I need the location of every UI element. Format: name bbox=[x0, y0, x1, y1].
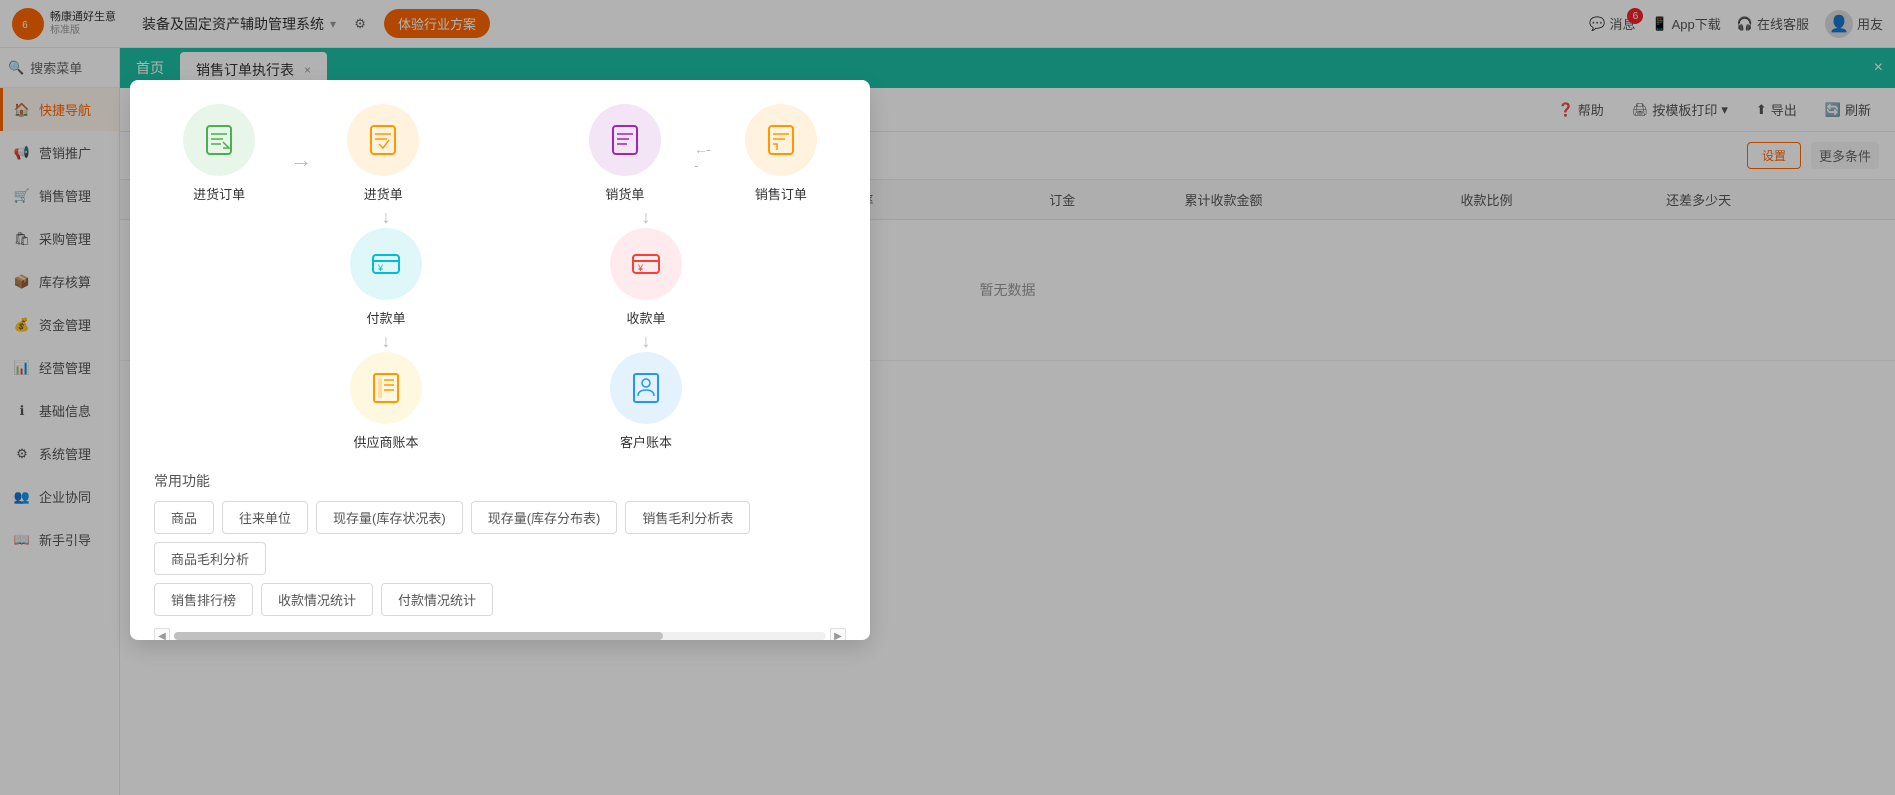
common-functions-section: 常用功能 商品 往来单位 现存量(库存状况表) 现存量(库存分布表) 销售毛利分… bbox=[154, 471, 846, 616]
scroll-right-btn[interactable]: ▶ bbox=[830, 628, 846, 640]
receipt-bill-icon: ¥ bbox=[610, 228, 682, 300]
spacer-purchase bbox=[154, 207, 294, 228]
common-btn-stock-dist[interactable]: 现存量(库存分布表) bbox=[471, 501, 618, 534]
sales-receipt-icon bbox=[589, 104, 661, 176]
common-btn-goods[interactable]: 商品 bbox=[154, 501, 214, 534]
svg-text:¥: ¥ bbox=[377, 263, 384, 273]
common-btn-receipt-stats[interactable]: 收款情况统计 bbox=[261, 583, 373, 616]
payment-icon: ¥ bbox=[350, 228, 422, 300]
flow-node-payment[interactable]: ¥ 付款单 bbox=[316, 228, 456, 327]
common-btn-sales-margin[interactable]: 销售毛利分析表 bbox=[625, 501, 750, 534]
spacer-mid bbox=[456, 207, 576, 228]
purchase-order-icon bbox=[183, 104, 255, 176]
dashed-arrow-left: ←- - bbox=[690, 141, 716, 173]
modal-overlay[interactable]: 进货订单 → 进货单 销货单 bbox=[0, 0, 1895, 795]
flow-node-receipt-bill[interactable]: ¥ 收款单 bbox=[576, 228, 716, 327]
horizontal-scrollbar: ◀ ▶ bbox=[154, 628, 846, 640]
common-btn-stock-status[interactable]: 现存量(库存状况表) bbox=[316, 501, 463, 534]
common-btn-goods-margin[interactable]: 商品毛利分析 bbox=[154, 542, 266, 575]
customer-ledger-icon bbox=[610, 352, 682, 424]
flow-node-purchase-order[interactable]: 进货订单 bbox=[154, 104, 284, 203]
quick-nav-modal: 进货订单 → 进货单 销货单 bbox=[130, 80, 870, 640]
flow-node-sales-order[interactable]: 销售订单 bbox=[716, 104, 846, 203]
common-functions-title: 常用功能 bbox=[154, 471, 846, 491]
common-btn-payment-stats[interactable]: 付款情况统计 bbox=[381, 583, 493, 616]
flow-node-sales-receipt[interactable]: 销货单 bbox=[560, 104, 690, 203]
purchase-receipt-icon bbox=[347, 104, 419, 176]
flow-node-purchase-receipt[interactable]: 进货单 bbox=[318, 104, 448, 203]
arrow-down-purchase: ↓ bbox=[316, 207, 456, 228]
arrow-down-receipt: ↓ bbox=[576, 331, 716, 352]
scroll-left-btn[interactable]: ◀ bbox=[154, 628, 170, 640]
sales-order-icon bbox=[745, 104, 817, 176]
common-buttons-group-2: 销售排行榜 收款情况统计 付款情况统计 bbox=[154, 583, 846, 616]
arrow-down-sales: ↓ bbox=[576, 207, 716, 228]
flow-node-customer-ledger[interactable]: 客户账本 bbox=[576, 352, 716, 451]
flow-node-supplier-ledger[interactable]: 供应商账本 bbox=[316, 352, 456, 451]
common-btn-partners[interactable]: 往来单位 bbox=[222, 501, 308, 534]
arrow-right-1: → bbox=[284, 147, 318, 173]
common-buttons-group: 商品 往来单位 现存量(库存状况表) 现存量(库存分布表) 销售毛利分析表 商品… bbox=[154, 501, 846, 575]
spacer-arrow bbox=[294, 207, 316, 228]
supplier-ledger-icon bbox=[350, 352, 422, 424]
svg-text:¥: ¥ bbox=[637, 263, 644, 273]
scrollbar-thumb bbox=[174, 632, 663, 640]
arrow-down-payment: ↓ bbox=[316, 331, 456, 352]
common-btn-sales-rank[interactable]: 销售排行榜 bbox=[154, 583, 253, 616]
scrollbar-track[interactable] bbox=[174, 632, 826, 640]
